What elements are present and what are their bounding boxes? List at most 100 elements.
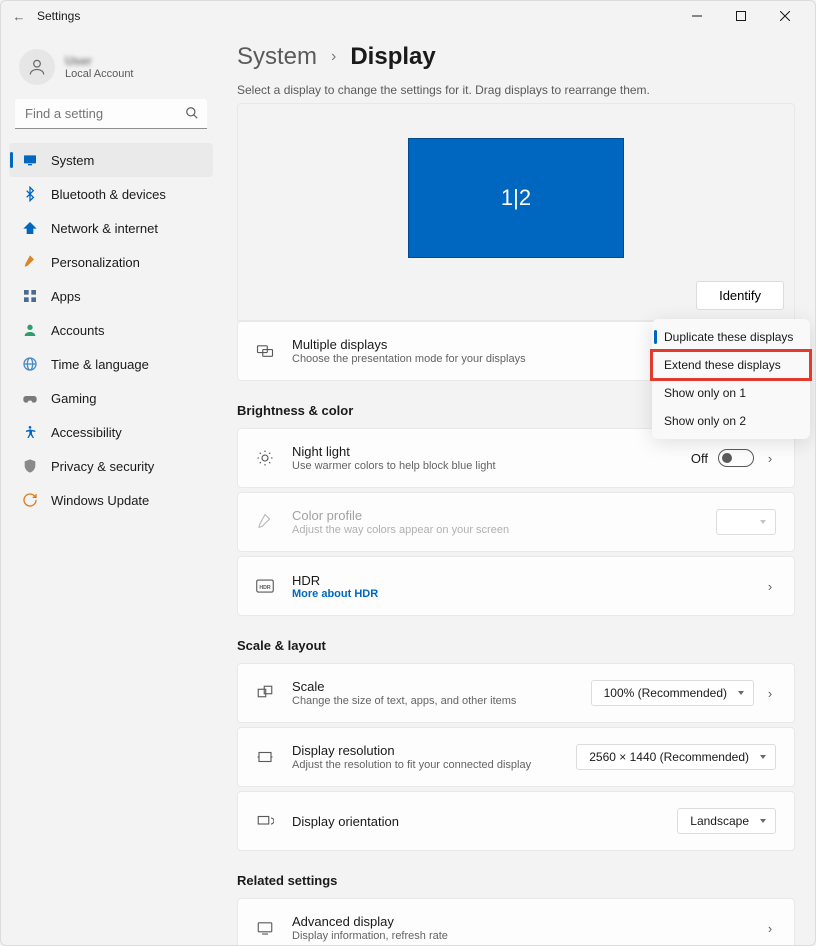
sidebar: User Local Account System Bluetooth & dev… bbox=[1, 31, 221, 945]
globe-icon bbox=[21, 356, 39, 372]
nav-item-label: Apps bbox=[51, 289, 81, 304]
nav-item-label: Personalization bbox=[51, 255, 140, 270]
svg-text:HDR: HDR bbox=[259, 585, 271, 591]
chevron-right-icon: › bbox=[764, 451, 776, 466]
titlebar: ← Settings bbox=[1, 1, 815, 31]
minimize-button[interactable] bbox=[675, 2, 719, 30]
row-title: Display resolution bbox=[292, 743, 558, 758]
update-icon bbox=[21, 492, 39, 508]
search-box[interactable] bbox=[15, 99, 207, 129]
brush-icon bbox=[21, 254, 39, 270]
nav-item-label: Accessibility bbox=[51, 425, 122, 440]
nav-item-label: System bbox=[51, 153, 94, 168]
nav-item-network[interactable]: Network & internet bbox=[9, 211, 213, 245]
chevron-right-icon: › bbox=[764, 921, 776, 936]
nav-item-label: Privacy & security bbox=[51, 459, 154, 474]
multiple-displays-icon bbox=[256, 342, 274, 360]
color-profile-select bbox=[716, 509, 776, 535]
nav-item-accessibility[interactable]: Accessibility bbox=[9, 415, 213, 449]
toggle-state: Off bbox=[691, 451, 708, 466]
nav-item-accounts[interactable]: Accounts bbox=[9, 313, 213, 347]
nav-item-label: Network & internet bbox=[51, 221, 158, 236]
row-desc: Change the size of text, apps, and other… bbox=[292, 695, 573, 707]
nav-item-label: Time & language bbox=[51, 357, 149, 372]
scale-select[interactable]: 100% (Recommended) bbox=[591, 680, 754, 706]
nav-item-time[interactable]: Time & language bbox=[9, 347, 213, 381]
resolution-row[interactable]: Display resolution Adjust the resolution… bbox=[237, 727, 795, 787]
row-title: Scale bbox=[292, 679, 573, 694]
nav-item-privacy[interactable]: Privacy & security bbox=[9, 449, 213, 483]
main-content: System › Display Select a display to cha… bbox=[221, 31, 815, 945]
search-icon bbox=[185, 106, 199, 123]
nav-list: System Bluetooth & devices Network & inter… bbox=[9, 143, 213, 517]
maximize-button[interactable] bbox=[719, 2, 763, 30]
nav-item-update[interactable]: Windows Update bbox=[9, 483, 213, 517]
access-icon bbox=[21, 424, 39, 440]
row-desc: Adjust the resolution to fit your connec… bbox=[292, 759, 558, 771]
back-button[interactable]: ← bbox=[9, 9, 29, 24]
chevron-right-icon: › bbox=[764, 579, 776, 594]
nav-item-system[interactable]: System bbox=[9, 143, 213, 177]
night-light-icon bbox=[256, 449, 274, 467]
breadcrumb: System › Display bbox=[237, 43, 795, 71]
resolution-select[interactable]: 2560 × 1440 (Recommended) bbox=[576, 744, 776, 770]
shield-icon bbox=[21, 458, 39, 474]
scale-icon bbox=[256, 684, 274, 702]
night-light-toggle[interactable]: Off bbox=[691, 449, 754, 467]
window-title: Settings bbox=[37, 9, 80, 23]
nav-item-label: Gaming bbox=[51, 391, 97, 406]
hdr-icon: HDR bbox=[256, 579, 274, 593]
hint-text: Select a display to change the settings … bbox=[237, 83, 795, 97]
dropdown-item[interactable]: Show only on 1 bbox=[652, 379, 810, 407]
breadcrumb-parent[interactable]: System bbox=[237, 43, 317, 71]
toggle-pill[interactable] bbox=[718, 449, 754, 467]
advanced-display-icon bbox=[256, 919, 274, 937]
nav-item-label: Bluetooth & devices bbox=[51, 187, 166, 202]
color-profile-row: Color profile Adjust the way colors appe… bbox=[237, 492, 795, 552]
dropdown-item[interactable]: Duplicate these displays bbox=[652, 323, 810, 351]
nav-item-bluetooth[interactable]: Bluetooth & devices bbox=[9, 177, 213, 211]
user-block[interactable]: User Local Account bbox=[9, 41, 213, 99]
row-desc: Adjust the way colors appear on your scr… bbox=[292, 524, 698, 536]
resolution-icon bbox=[256, 748, 274, 766]
grid-icon bbox=[21, 288, 39, 304]
nav-item-personalization[interactable]: Personalization bbox=[9, 245, 213, 279]
chevron-right-icon: › bbox=[764, 686, 776, 701]
advanced-display-row[interactable]: Advanced display Display information, re… bbox=[237, 898, 795, 945]
nav-item-apps[interactable]: Apps bbox=[9, 279, 213, 313]
row-desc: Use warmer colors to help block blue lig… bbox=[292, 460, 673, 472]
scale-row[interactable]: Scale Change the size of text, apps, and… bbox=[237, 663, 795, 723]
hdr-link[interactable]: More about HDR bbox=[292, 588, 746, 600]
dropdown-item[interactable]: Show only on 2 bbox=[652, 407, 810, 435]
person-icon bbox=[21, 322, 39, 338]
section-related: Related settings bbox=[237, 873, 795, 888]
dropdown-item[interactable]: Extend these displays bbox=[652, 351, 810, 379]
row-title: Night light bbox=[292, 444, 673, 459]
monitor-tile[interactable]: 1|2 bbox=[408, 138, 624, 258]
orientation-row[interactable]: Display orientation Landscape bbox=[237, 791, 795, 851]
close-button[interactable] bbox=[763, 2, 807, 30]
display-arrange[interactable]: 1|2 Identify bbox=[237, 103, 795, 321]
game-icon bbox=[21, 390, 39, 406]
user-subtitle: Local Account bbox=[65, 68, 134, 80]
section-scale: Scale & layout bbox=[237, 638, 795, 653]
identify-button[interactable]: Identify bbox=[696, 281, 784, 310]
nav-item-label: Windows Update bbox=[51, 493, 149, 508]
orientation-icon bbox=[256, 812, 274, 830]
avatar bbox=[19, 49, 55, 85]
nav-item-gaming[interactable]: Gaming bbox=[9, 381, 213, 415]
search-input[interactable] bbox=[15, 99, 207, 129]
breadcrumb-current: Display bbox=[350, 43, 435, 71]
user-name: User bbox=[65, 54, 134, 68]
row-title: Display orientation bbox=[292, 814, 659, 829]
color-profile-icon bbox=[256, 513, 274, 531]
display-mode-dropdown[interactable]: Duplicate these displaysExtend these dis… bbox=[652, 319, 810, 439]
display-icon bbox=[21, 152, 39, 168]
row-desc: Display information, refresh rate bbox=[292, 930, 746, 942]
row-title: Advanced display bbox=[292, 914, 746, 929]
chevron-right-icon: › bbox=[331, 48, 336, 66]
row-title: HDR bbox=[292, 573, 746, 588]
orientation-select[interactable]: Landscape bbox=[677, 808, 776, 834]
nav-item-label: Accounts bbox=[51, 323, 104, 338]
hdr-row[interactable]: HDR HDR More about HDR › bbox=[237, 556, 795, 616]
